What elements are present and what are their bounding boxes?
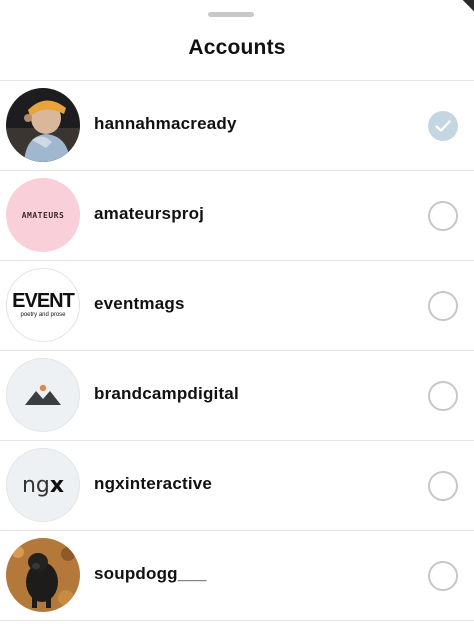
dog-photo-icon xyxy=(6,538,80,612)
account-row-hannahmacready[interactable]: hannahmacready xyxy=(0,81,474,171)
avatar xyxy=(6,88,80,162)
profile-photo-icon xyxy=(6,88,80,162)
avatar-logo-text: AMATEURS xyxy=(21,210,65,220)
unselected-radio[interactable] xyxy=(428,291,458,321)
account-row-amateursproj[interactable]: AMATEURS amateursproj xyxy=(0,171,474,261)
avatar: ngx xyxy=(6,448,80,522)
accounts-list: hannahmacready AMATEURS amateursproj EVE… xyxy=(0,80,474,621)
avatar-logo-text: ngx xyxy=(22,473,64,498)
unselected-radio[interactable] xyxy=(428,471,458,501)
account-username: soupdogg___ xyxy=(94,564,207,583)
selected-radio[interactable] xyxy=(428,111,458,141)
account-row-ngxinteractive[interactable]: ngx ngxinteractive xyxy=(0,441,474,531)
avatar xyxy=(6,538,80,612)
avatar xyxy=(6,358,80,432)
avatar-logo-text-light: ng xyxy=(21,472,50,498)
account-username: hannahmacready xyxy=(94,114,237,133)
sheet-grabber-handle[interactable] xyxy=(208,12,254,17)
mountain-logo-icon xyxy=(25,384,61,405)
avatar-logo-text-bold: x xyxy=(49,472,65,498)
account-row-soupdogg[interactable]: soupdogg___ xyxy=(0,531,474,621)
account-username: ngxinteractive xyxy=(94,474,213,493)
checkmark-icon xyxy=(435,120,451,132)
unselected-radio[interactable] xyxy=(428,381,458,411)
unselected-radio[interactable] xyxy=(428,561,458,591)
avatar: AMATEURS xyxy=(6,178,80,252)
avatar-logo-subtext: poetry and prose xyxy=(20,312,66,318)
sheet-title: Accounts xyxy=(188,36,286,59)
accounts-sheet: Accounts hannahmacready AMATEURS amateur… xyxy=(0,0,474,624)
account-row-brandcampdigital[interactable]: brandcampdigital xyxy=(0,351,474,441)
account-username: amateursproj xyxy=(94,204,205,223)
corner-marker xyxy=(462,0,474,12)
avatar: EVENT poetry and prose xyxy=(6,268,80,342)
account-row-eventmags[interactable]: EVENT poetry and prose eventmags xyxy=(0,261,474,351)
unselected-radio[interactable] xyxy=(428,201,458,231)
avatar-logo-text: EVENT xyxy=(12,290,75,312)
account-username: eventmags xyxy=(94,294,185,313)
account-username: brandcampdigital xyxy=(94,384,239,403)
